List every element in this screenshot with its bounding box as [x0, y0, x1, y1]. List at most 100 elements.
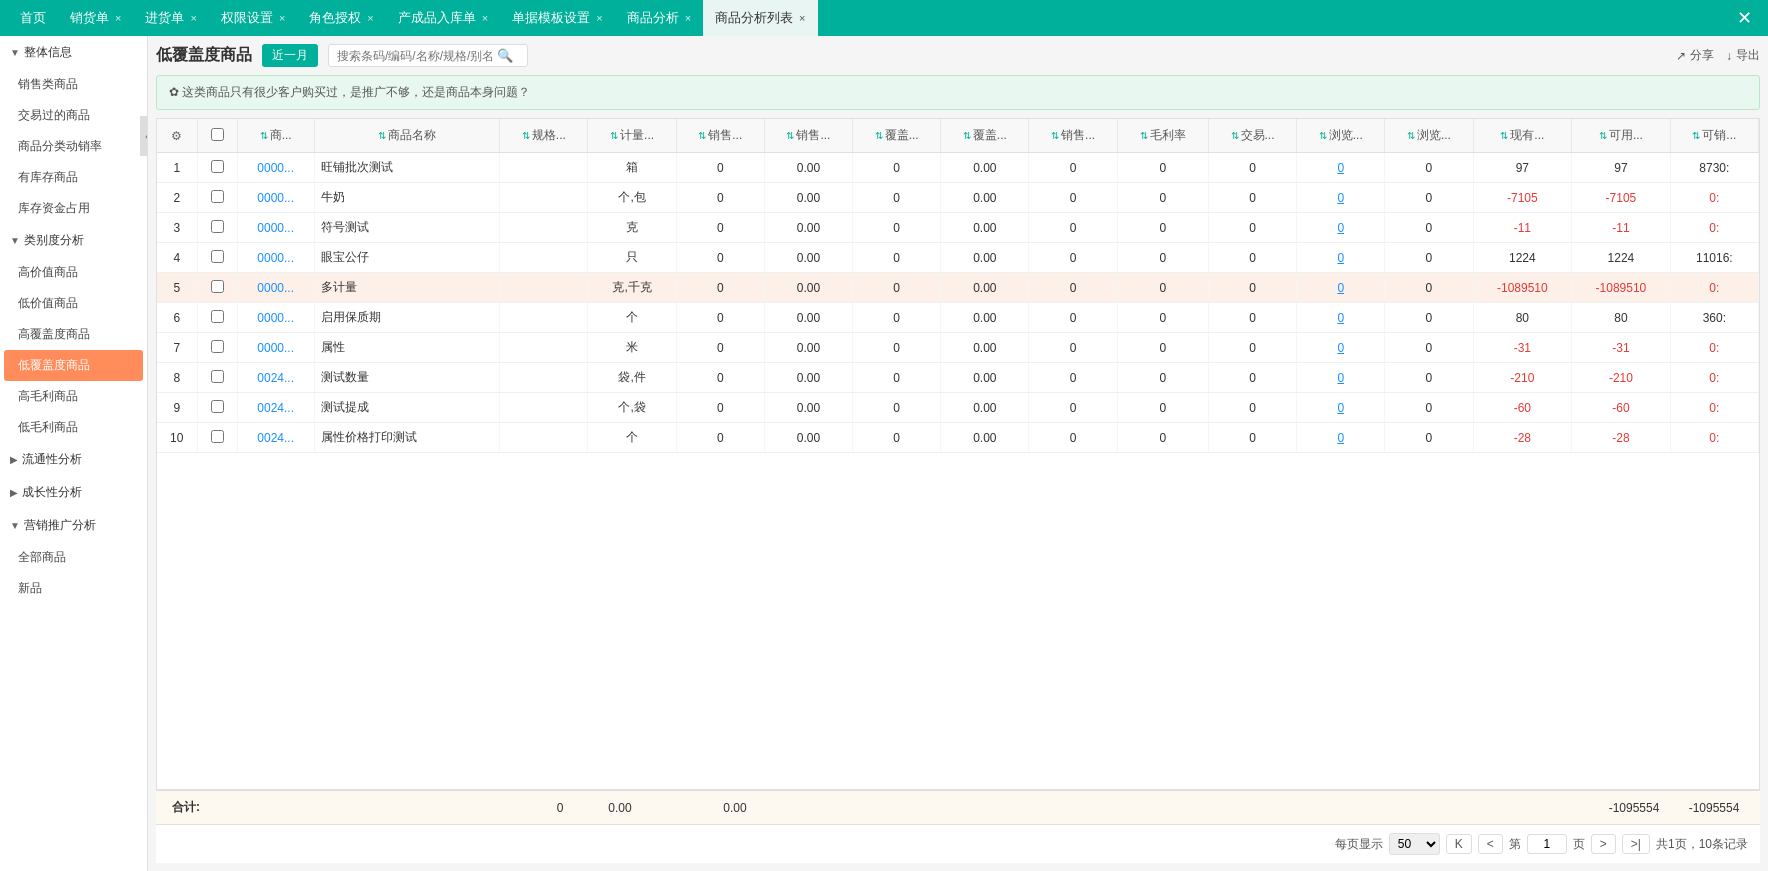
sidebar-section-marketing[interactable]: ▼ 营销推广分析 — [0, 509, 147, 542]
sidebar-item-all-goods[interactable]: 全部商品 — [0, 542, 147, 573]
nav-role-auth[interactable]: 角色授权 × — [297, 0, 385, 36]
sidebar-item-low-margin[interactable]: 低毛利商品 — [0, 412, 147, 443]
select-all-checkbox[interactable] — [211, 128, 224, 141]
row-select-checkbox[interactable] — [211, 280, 224, 293]
sidebar-section-category-analysis[interactable]: ▼ 类别度分析 — [0, 224, 147, 257]
row-margin: 0 — [1117, 213, 1208, 243]
sidebar-collapse-button[interactable]: « — [140, 116, 148, 156]
row-views1[interactable]: 0 — [1297, 393, 1385, 423]
col-views1[interactable]: ⇅浏览... — [1297, 119, 1385, 153]
page-number-input[interactable] — [1527, 834, 1567, 854]
window-close-button[interactable]: ✕ — [1729, 7, 1760, 29]
last-page-button[interactable]: >| — [1622, 834, 1650, 854]
col-cov1[interactable]: ⇅覆盖... — [853, 119, 941, 153]
col-checkbox[interactable] — [197, 119, 237, 153]
sidebar-section-growth[interactable]: ▶ 成长性分析 — [0, 476, 147, 509]
row-select-checkbox[interactable] — [211, 250, 224, 263]
col-code[interactable]: ⇅商... — [237, 119, 314, 153]
nav-close-icon[interactable]: × — [482, 12, 488, 24]
sidebar-item-traded-goods[interactable]: 交易过的商品 — [0, 100, 147, 131]
sidebar-item-low-value[interactable]: 低价值商品 — [0, 288, 147, 319]
col-sales-qty[interactable]: ⇅销售... — [676, 119, 764, 153]
row-checkbox[interactable] — [197, 393, 237, 423]
col-current-stock[interactable]: ⇅现有... — [1473, 119, 1572, 153]
row-views1[interactable]: 0 — [1297, 363, 1385, 393]
row-checkbox[interactable] — [197, 333, 237, 363]
row-checkbox[interactable] — [197, 423, 237, 453]
col-cov2[interactable]: ⇅覆盖... — [941, 119, 1029, 153]
row-select-checkbox[interactable] — [211, 430, 224, 443]
col-settings[interactable]: ⚙ — [157, 119, 197, 153]
nav-template-settings[interactable]: 单据模板设置 × — [500, 0, 614, 36]
sidebar-item-new-goods[interactable]: 新品 — [0, 573, 147, 604]
row-views1[interactable]: 0 — [1297, 153, 1385, 183]
period-button[interactable]: 近一月 — [262, 44, 318, 67]
nav-product-analysis[interactable]: 商品分析 × — [615, 0, 703, 36]
row-views1[interactable]: 0 — [1297, 243, 1385, 273]
sidebar-item-high-value[interactable]: 高价值商品 — [0, 257, 147, 288]
col-views2[interactable]: ⇅浏览... — [1385, 119, 1473, 153]
nav-product-analysis-list[interactable]: 商品分析列表 × — [703, 0, 817, 36]
row-checkbox[interactable] — [197, 213, 237, 243]
sidebar-item-high-margin[interactable]: 高毛利商品 — [0, 381, 147, 412]
row-select-checkbox[interactable] — [211, 160, 224, 173]
sidebar-item-low-coverage[interactable]: 低覆盖度商品 — [4, 350, 143, 381]
row-views1[interactable]: 0 — [1297, 183, 1385, 213]
nav-purchase-order[interactable]: 进货单 × — [133, 0, 208, 36]
nav-home[interactable]: 首页 — [8, 0, 58, 36]
page-size-select[interactable]: 50 20 100 — [1389, 833, 1440, 855]
search-input[interactable] — [337, 49, 497, 63]
row-checkbox[interactable] — [197, 183, 237, 213]
nav-close-icon[interactable]: × — [367, 12, 373, 24]
row-checkbox[interactable] — [197, 243, 237, 273]
sidebar-section-liquidity[interactable]: ▶ 流通性分析 — [0, 443, 147, 476]
settings-icon[interactable]: ⚙ — [171, 129, 182, 143]
row-select-checkbox[interactable] — [211, 370, 224, 383]
row-views1[interactable]: 0 — [1297, 303, 1385, 333]
row-select-checkbox[interactable] — [211, 310, 224, 323]
nav-sales-order[interactable]: 销货单 × — [58, 0, 133, 36]
nav-close-icon[interactable]: × — [115, 12, 121, 24]
row-checkbox[interactable] — [197, 363, 237, 393]
sidebar-item-sales-goods[interactable]: 销售类商品 — [0, 69, 147, 100]
next-page-button[interactable]: > — [1591, 834, 1616, 854]
data-table-container[interactable]: ⚙ ⇅商... ⇅商品名称 ⇅规格... ⇅计量... ⇅销售... ⇅销售..… — [156, 118, 1760, 790]
row-views1[interactable]: 0 — [1297, 213, 1385, 243]
row-num: 7 — [157, 333, 197, 363]
sidebar-section-overall[interactable]: ▼ 整体信息 — [0, 36, 147, 69]
nav-close-icon[interactable]: × — [596, 12, 602, 24]
col-unit[interactable]: ⇅计量... — [588, 119, 676, 153]
share-button[interactable]: ↗ 分享 — [1676, 47, 1714, 64]
row-select-checkbox[interactable] — [211, 400, 224, 413]
row-select-checkbox[interactable] — [211, 340, 224, 353]
nav-close-icon[interactable]: × — [190, 12, 196, 24]
prev-page-button[interactable]: < — [1478, 834, 1503, 854]
nav-close-icon[interactable]: × — [279, 12, 285, 24]
col-sales3[interactable]: ⇅销售... — [1029, 119, 1117, 153]
col-available-stock[interactable]: ⇅可用... — [1572, 119, 1671, 153]
sidebar-item-stocked-goods[interactable]: 有库存商品 — [0, 162, 147, 193]
col-sellable[interactable]: ⇅可销... — [1670, 119, 1758, 153]
row-select-checkbox[interactable] — [211, 220, 224, 233]
row-checkbox[interactable] — [197, 153, 237, 183]
nav-close-icon[interactable]: × — [799, 12, 805, 24]
sidebar-item-inventory-funds[interactable]: 库存资金占用 — [0, 193, 147, 224]
col-spec[interactable]: ⇅规格... — [500, 119, 588, 153]
nav-finished-goods[interactable]: 产成品入库单 × — [386, 0, 500, 36]
first-page-button[interactable]: K — [1446, 834, 1472, 854]
nav-close-icon[interactable]: × — [685, 12, 691, 24]
row-views1[interactable]: 0 — [1297, 333, 1385, 363]
row-views1[interactable]: 0 — [1297, 273, 1385, 303]
col-sales-amt[interactable]: ⇅销售... — [764, 119, 852, 153]
row-checkbox[interactable] — [197, 273, 237, 303]
col-name[interactable]: ⇅商品名称 — [314, 119, 500, 153]
nav-permission-settings[interactable]: 权限设置 × — [209, 0, 297, 36]
col-margin[interactable]: ⇅毛利率 — [1117, 119, 1208, 153]
export-button[interactable]: ↓ 导出 — [1726, 47, 1760, 64]
row-select-checkbox[interactable] — [211, 190, 224, 203]
col-trans[interactable]: ⇅交易... — [1208, 119, 1296, 153]
sidebar-item-high-coverage[interactable]: 高覆盖度商品 — [0, 319, 147, 350]
sidebar-item-category-sales-rate[interactable]: 商品分类动销率 — [0, 131, 147, 162]
row-views1[interactable]: 0 — [1297, 423, 1385, 453]
row-checkbox[interactable] — [197, 303, 237, 333]
